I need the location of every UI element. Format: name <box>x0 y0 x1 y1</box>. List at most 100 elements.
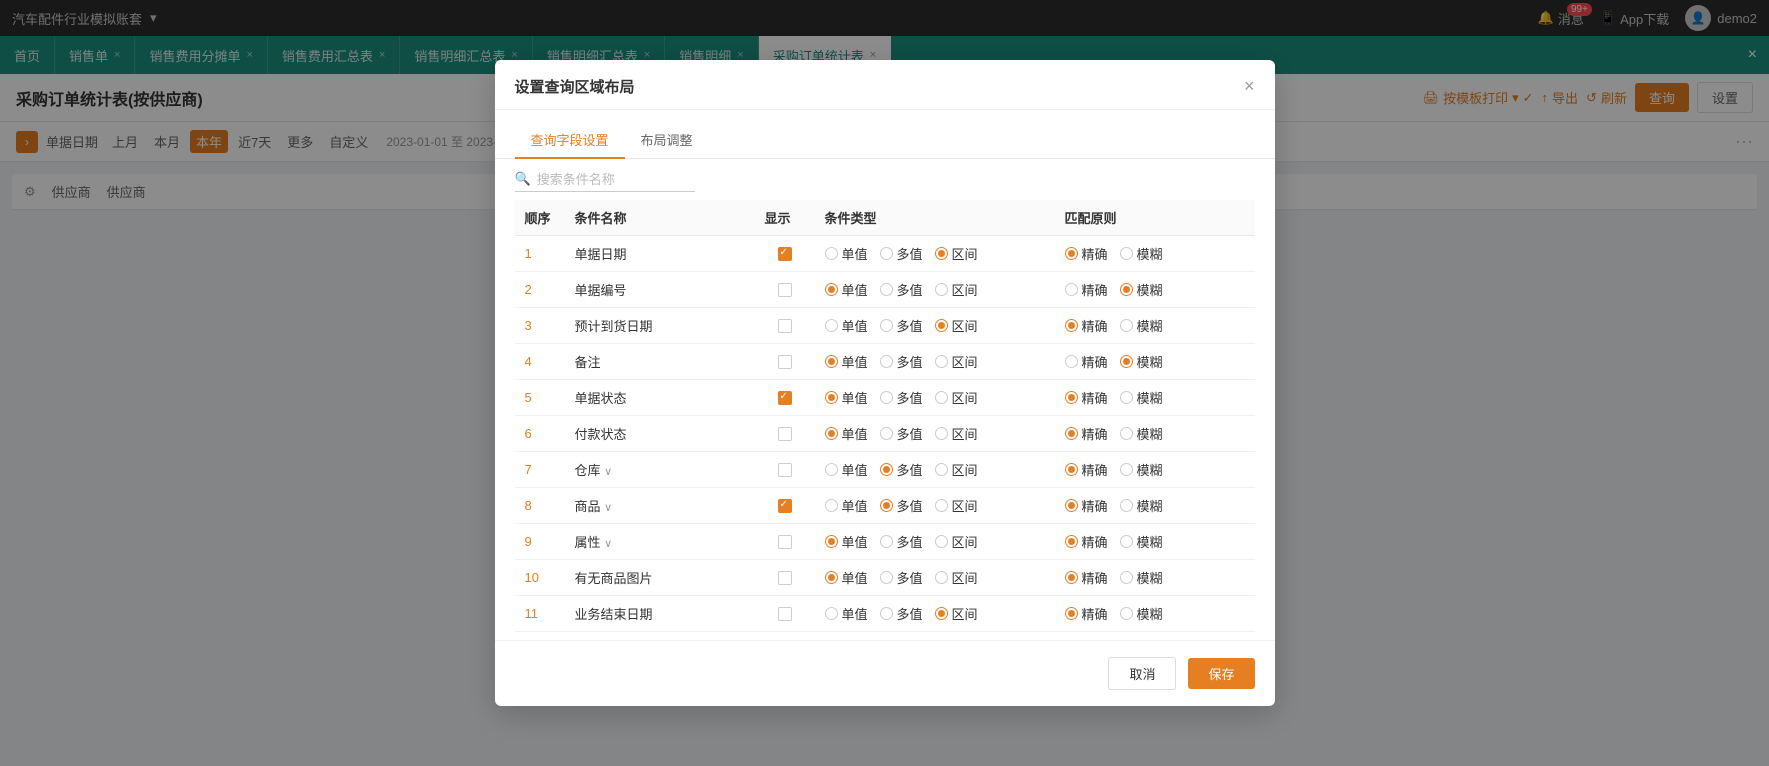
match-radio-item[interactable]: 模糊 <box>1120 604 1163 623</box>
display-checkbox[interactable] <box>778 607 792 621</box>
modal-table: 顺序 条件名称 显示 条件类型 匹配原则 1单据日期单值多值区间精确模糊2单据编… <box>515 200 1255 632</box>
type-radio-item[interactable]: 多值 <box>880 388 923 407</box>
type-radio-item[interactable]: 多值 <box>880 244 923 263</box>
type-radio-item[interactable]: 单值 <box>825 244 868 263</box>
type-radio-item[interactable]: 区间 <box>935 532 978 551</box>
cancel-button[interactable]: 取消 <box>1108 657 1176 690</box>
row-condition-name: 预计到货日期 <box>565 308 755 344</box>
type-radio-item[interactable]: 单值 <box>825 424 868 443</box>
dropdown-arrow-icon: ∨ <box>604 502 612 514</box>
match-radio-item[interactable]: 精确 <box>1065 424 1108 443</box>
match-radio-item[interactable]: 模糊 <box>1120 352 1163 371</box>
radio-dot <box>825 571 838 584</box>
match-radio-item[interactable]: 精确 <box>1065 280 1108 299</box>
row-display-checkbox-cell <box>755 524 815 560</box>
type-radio-item[interactable]: 区间 <box>935 244 978 263</box>
radio-dot <box>935 463 948 476</box>
tab-layout-adjust[interactable]: 布局调整 <box>625 122 709 159</box>
type-radio-item[interactable]: 区间 <box>935 316 978 335</box>
radio-dot <box>880 535 893 548</box>
row-display-checkbox-cell <box>755 416 815 452</box>
match-radio-item[interactable]: 模糊 <box>1120 532 1163 551</box>
type-radio-item[interactable]: 多值 <box>880 604 923 623</box>
type-radio-item[interactable]: 区间 <box>935 604 978 623</box>
match-radio-item[interactable]: 精确 <box>1065 604 1108 623</box>
type-radio-item[interactable]: 单值 <box>825 532 868 551</box>
type-radio-item[interactable]: 单值 <box>825 388 868 407</box>
modal-close-button[interactable]: × <box>1244 76 1255 97</box>
radio-dot <box>935 319 948 332</box>
radio-dot <box>825 283 838 296</box>
row-match-cell: 精确模糊 <box>1055 236 1255 272</box>
radio-dot <box>1065 427 1078 440</box>
type-radio-item[interactable]: 区间 <box>935 496 978 515</box>
radio-dot <box>935 571 948 584</box>
type-radio-item[interactable]: 单值 <box>825 460 868 479</box>
match-radio-item[interactable]: 精确 <box>1065 496 1108 515</box>
display-checkbox[interactable] <box>778 247 792 261</box>
type-radio-item[interactable]: 区间 <box>935 280 978 299</box>
radio-label: 模糊 <box>1137 604 1163 623</box>
radio-dot <box>825 607 838 620</box>
match-radio-item[interactable]: 模糊 <box>1120 388 1163 407</box>
match-radio-item[interactable]: 模糊 <box>1120 316 1163 335</box>
type-radio-item[interactable]: 区间 <box>935 424 978 443</box>
match-radio-item[interactable]: 精确 <box>1065 532 1108 551</box>
display-checkbox[interactable] <box>778 391 792 405</box>
match-radio-item[interactable]: 精确 <box>1065 352 1108 371</box>
type-radio-item[interactable]: 单值 <box>825 568 868 587</box>
tab-query-fields[interactable]: 查询字段设置 <box>515 122 625 159</box>
radio-label: 精确 <box>1082 280 1108 299</box>
match-radio-item[interactable]: 精确 <box>1065 460 1108 479</box>
display-checkbox[interactable] <box>778 463 792 477</box>
type-radio-item[interactable]: 单值 <box>825 280 868 299</box>
type-radio-item[interactable]: 多值 <box>880 460 923 479</box>
match-radio-item[interactable]: 精确 <box>1065 388 1108 407</box>
display-checkbox[interactable] <box>778 319 792 333</box>
type-radio-item[interactable]: 单值 <box>825 496 868 515</box>
match-radio-group: 精确模糊 <box>1065 388 1245 407</box>
radio-label: 区间 <box>952 532 978 551</box>
radio-dot <box>1120 319 1133 332</box>
display-checkbox[interactable] <box>778 427 792 441</box>
match-radio-item[interactable]: 模糊 <box>1120 496 1163 515</box>
match-radio-item[interactable]: 精确 <box>1065 316 1108 335</box>
match-radio-group: 精确模糊 <box>1065 568 1245 587</box>
match-radio-item[interactable]: 模糊 <box>1120 280 1163 299</box>
radio-dot <box>1120 499 1133 512</box>
search-input[interactable] <box>537 172 677 187</box>
type-radio-item[interactable]: 区间 <box>935 388 978 407</box>
match-radio-item[interactable]: 精确 <box>1065 244 1108 263</box>
type-radio-item[interactable]: 多值 <box>880 280 923 299</box>
type-radio-item[interactable]: 多值 <box>880 316 923 335</box>
type-radio-item[interactable]: 单值 <box>825 352 868 371</box>
display-checkbox[interactable] <box>778 571 792 585</box>
save-button[interactable]: 保存 <box>1188 658 1254 689</box>
type-radio-item[interactable]: 区间 <box>935 352 978 371</box>
type-radio-item[interactable]: 多值 <box>880 424 923 443</box>
radio-dot <box>935 355 948 368</box>
match-radio-item[interactable]: 精确 <box>1065 568 1108 587</box>
type-radio-group: 单值多值区间 <box>825 568 1045 587</box>
type-radio-item[interactable]: 单值 <box>825 604 868 623</box>
match-radio-item[interactable]: 模糊 <box>1120 244 1163 263</box>
type-radio-item[interactable]: 区间 <box>935 460 978 479</box>
display-checkbox[interactable] <box>778 535 792 549</box>
radio-label: 精确 <box>1082 388 1108 407</box>
match-radio-item[interactable]: 模糊 <box>1120 460 1163 479</box>
type-radio-item[interactable]: 单值 <box>825 316 868 335</box>
row-condition-name: 有无商品图片 <box>565 560 755 596</box>
type-radio-item[interactable]: 多值 <box>880 352 923 371</box>
type-radio-item[interactable]: 多值 <box>880 496 923 515</box>
display-checkbox[interactable] <box>778 499 792 513</box>
display-checkbox[interactable] <box>778 283 792 297</box>
match-radio-item[interactable]: 模糊 <box>1120 424 1163 443</box>
match-radio-group: 精确 模糊 <box>1065 604 1245 623</box>
type-radio-item[interactable]: 多值 <box>880 532 923 551</box>
radio-label: 单值 <box>842 460 868 479</box>
display-checkbox[interactable] <box>778 355 792 369</box>
match-radio-item[interactable]: 模糊 <box>1120 568 1163 587</box>
type-radio-item[interactable]: 区间 <box>935 568 978 587</box>
type-radio-item[interactable]: 多值 <box>880 568 923 587</box>
radio-dot <box>825 319 838 332</box>
